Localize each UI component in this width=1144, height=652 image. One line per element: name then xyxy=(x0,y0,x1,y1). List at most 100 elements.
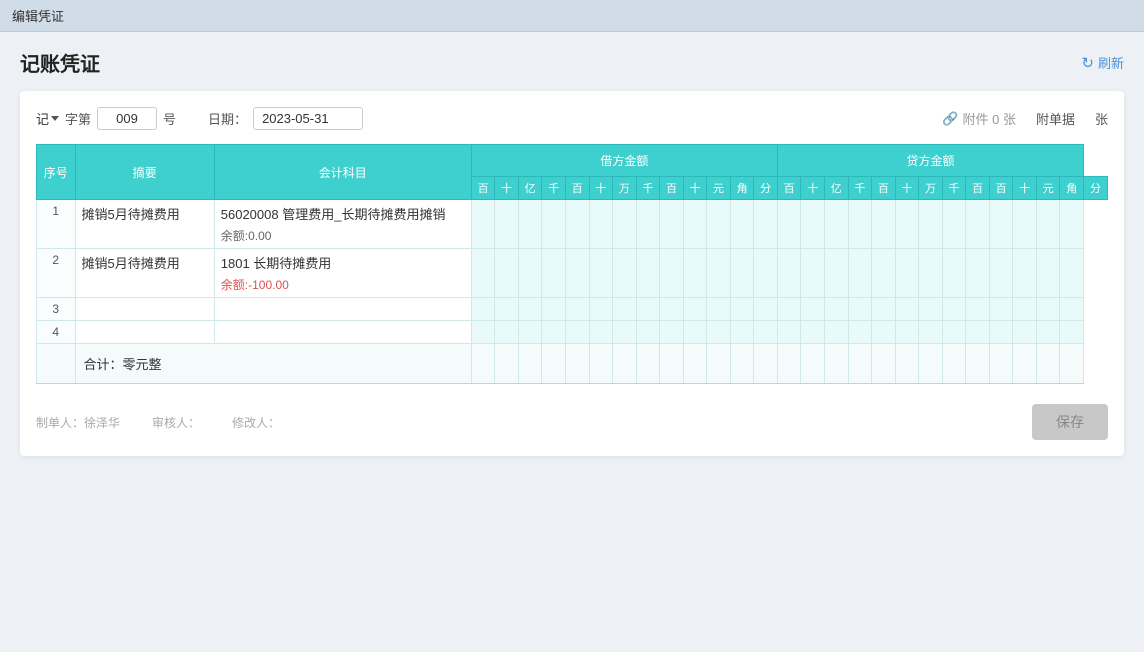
row-3-debit-4[interactable] xyxy=(542,298,566,321)
row-3-debit-11[interactable] xyxy=(707,298,731,321)
row-1-credit-11[interactable] xyxy=(1013,200,1037,249)
row-3-credit-6[interactable] xyxy=(895,298,919,321)
table-row[interactable]: 2摊销5月待摊费用1801 长期待摊费用余额:-100.00 xyxy=(37,249,1108,298)
row-3-debit-2[interactable] xyxy=(495,298,519,321)
row-2-credit-7[interactable] xyxy=(919,249,943,298)
row-1-debit-11[interactable] xyxy=(707,200,731,249)
row-2-debit-8[interactable] xyxy=(636,249,660,298)
row-3-credit-2[interactable] xyxy=(801,298,825,321)
row-2-debit-9[interactable] xyxy=(660,249,684,298)
save-button[interactable]: 保存 xyxy=(1032,404,1108,440)
row-4-debit-10[interactable] xyxy=(683,321,707,344)
row-1-debit-9[interactable] xyxy=(660,200,684,249)
row-4-debit-4[interactable] xyxy=(542,321,566,344)
row-2-credit-9[interactable] xyxy=(966,249,990,298)
row-2-debit-1[interactable] xyxy=(471,249,495,298)
row-3-credit-4[interactable] xyxy=(848,298,872,321)
table-row[interactable]: 4 xyxy=(37,321,1108,344)
row-1-credit-4[interactable] xyxy=(848,200,872,249)
row-3-debit-7[interactable] xyxy=(613,298,637,321)
row-3-debit-8[interactable] xyxy=(636,298,660,321)
row-3-credit-9[interactable] xyxy=(966,298,990,321)
row-2-debit-5[interactable] xyxy=(565,249,589,298)
row-4-debit-2[interactable] xyxy=(495,321,519,344)
row-2-debit-3[interactable] xyxy=(518,249,542,298)
row-2-debit-13[interactable] xyxy=(754,249,778,298)
row-1-credit-2[interactable] xyxy=(801,200,825,249)
row-3-credit-7[interactable] xyxy=(919,298,943,321)
row-1-debit-12[interactable] xyxy=(730,200,754,249)
row-4-debit-8[interactable] xyxy=(636,321,660,344)
row-2-credit-10[interactable] xyxy=(989,249,1013,298)
row-4-debit-12[interactable] xyxy=(730,321,754,344)
row-1-credit-6[interactable] xyxy=(895,200,919,249)
voucher-type-dropdown[interactable]: 记 xyxy=(36,109,59,128)
row-3-credit-1[interactable] xyxy=(777,298,801,321)
row-2-credit-4[interactable] xyxy=(848,249,872,298)
row-1-debit-1[interactable] xyxy=(471,200,495,249)
row-1-debit-7[interactable] xyxy=(613,200,637,249)
row-3-debit-9[interactable] xyxy=(660,298,684,321)
row-2-credit-8[interactable] xyxy=(942,249,966,298)
row-1-debit-8[interactable] xyxy=(636,200,660,249)
row-2-debit-4[interactable] xyxy=(542,249,566,298)
row-2-subject[interactable]: 1801 长期待摊费用余额:-100.00 xyxy=(214,249,471,298)
row-4-credit-5[interactable] xyxy=(872,321,896,344)
row-1-subject[interactable]: 56020008 管理费用_长期待摊费用摊销余额:0.00 xyxy=(214,200,471,249)
row-1-debit-2[interactable] xyxy=(495,200,519,249)
row-4-debit-3[interactable] xyxy=(518,321,542,344)
row-1-debit-10[interactable] xyxy=(683,200,707,249)
row-1-debit-5[interactable] xyxy=(565,200,589,249)
row-4-credit-8[interactable] xyxy=(942,321,966,344)
row-2-debit-11[interactable] xyxy=(707,249,731,298)
row-4-debit-5[interactable] xyxy=(565,321,589,344)
row-2-credit-5[interactable] xyxy=(872,249,896,298)
row-1-credit-13[interactable] xyxy=(1060,200,1084,249)
row-4-credit-6[interactable] xyxy=(895,321,919,344)
row-1-debit-13[interactable] xyxy=(754,200,778,249)
row-4-credit-11[interactable] xyxy=(1013,321,1037,344)
row-3-credit-5[interactable] xyxy=(872,298,896,321)
single-doc-button[interactable]: 附单据 xyxy=(1036,109,1075,128)
row-1-credit-1[interactable] xyxy=(777,200,801,249)
row-2-credit-3[interactable] xyxy=(825,249,849,298)
row-2-credit-13[interactable] xyxy=(1060,249,1084,298)
row-3-debit-6[interactable] xyxy=(589,298,613,321)
row-2-credit-1[interactable] xyxy=(777,249,801,298)
row-4-subject[interactable] xyxy=(214,321,471,344)
row-3-debit-3[interactable] xyxy=(518,298,542,321)
row-2-debit-2[interactable] xyxy=(495,249,519,298)
date-input[interactable] xyxy=(253,107,363,130)
row-4-credit-10[interactable] xyxy=(989,321,1013,344)
row-3-debit-5[interactable] xyxy=(565,298,589,321)
row-4-abstract[interactable] xyxy=(75,321,214,344)
row-2-credit-6[interactable] xyxy=(895,249,919,298)
table-row[interactable]: 1摊销5月待摊费用56020008 管理费用_长期待摊费用摊销余额:0.00 xyxy=(37,200,1108,249)
row-4-credit-2[interactable] xyxy=(801,321,825,344)
row-1-debit-3[interactable] xyxy=(518,200,542,249)
row-4-debit-6[interactable] xyxy=(589,321,613,344)
row-3-debit-1[interactable] xyxy=(471,298,495,321)
row-1-credit-12[interactable] xyxy=(1036,200,1060,249)
row-4-debit-7[interactable] xyxy=(613,321,637,344)
row-2-credit-12[interactable] xyxy=(1036,249,1060,298)
row-3-abstract[interactable] xyxy=(75,298,214,321)
row-2-abstract[interactable]: 摊销5月待摊费用 xyxy=(75,249,214,298)
row-4-credit-3[interactable] xyxy=(825,321,849,344)
row-1-credit-7[interactable] xyxy=(919,200,943,249)
row-4-debit-9[interactable] xyxy=(660,321,684,344)
row-2-debit-7[interactable] xyxy=(613,249,637,298)
row-2-credit-2[interactable] xyxy=(801,249,825,298)
row-3-debit-12[interactable] xyxy=(730,298,754,321)
row-1-abstract[interactable]: 摊销5月待摊费用 xyxy=(75,200,214,249)
row-2-debit-6[interactable] xyxy=(589,249,613,298)
row-1-credit-3[interactable] xyxy=(825,200,849,249)
row-1-credit-10[interactable] xyxy=(989,200,1013,249)
row-4-credit-7[interactable] xyxy=(919,321,943,344)
row-4-credit-4[interactable] xyxy=(848,321,872,344)
row-4-credit-12[interactable] xyxy=(1036,321,1060,344)
row-1-credit-5[interactable] xyxy=(872,200,896,249)
row-2-debit-10[interactable] xyxy=(683,249,707,298)
row-1-credit-8[interactable] xyxy=(942,200,966,249)
row-3-subject[interactable] xyxy=(214,298,471,321)
